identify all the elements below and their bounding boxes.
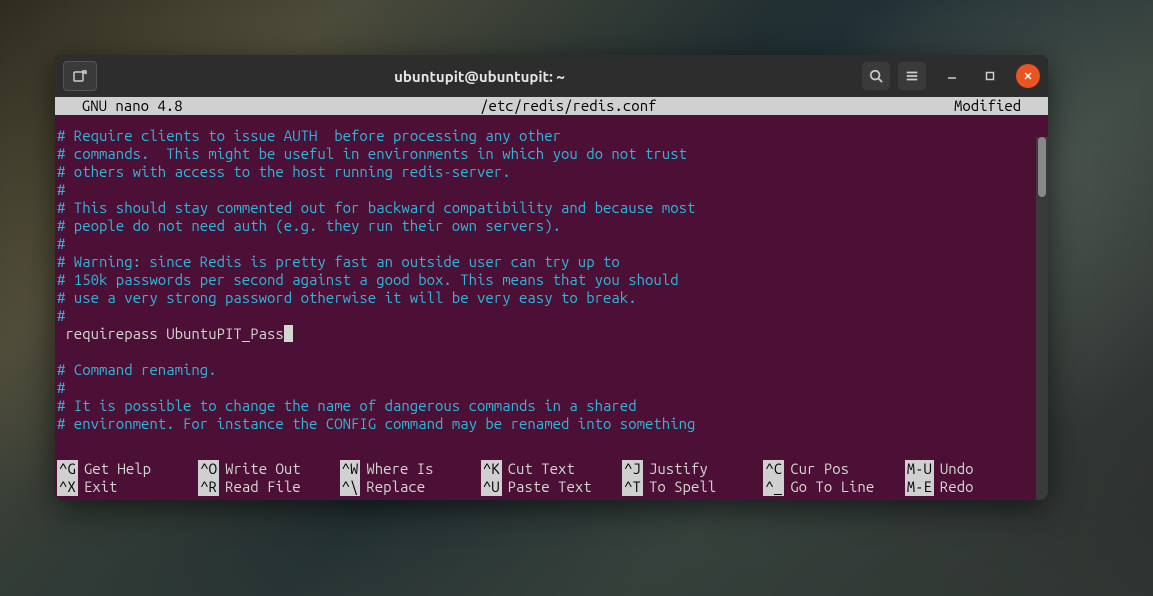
- search-button[interactable]: [862, 62, 890, 90]
- shortcut-key: ^C: [763, 460, 784, 478]
- shortcut-label: Redo: [940, 478, 974, 496]
- nano-shortcut-bar: ^G Get Help ^O Write Out ^W Where Is ^K Cut Tex…: [55, 458, 1048, 500]
- shortcut-label: Undo: [940, 460, 974, 478]
- shortcut-label: To Spell: [649, 478, 716, 496]
- shortcut-row-1: ^G Get Help ^O Write Out ^W Where Is ^K Cut Tex…: [57, 460, 1046, 478]
- scrollbar-thumb[interactable]: [1038, 137, 1046, 197]
- shortcut-key: M-E: [905, 478, 934, 496]
- search-icon: [869, 69, 883, 83]
- editor-line: # commands. This might be useful in envi…: [57, 145, 1046, 163]
- window-titlebar: ubuntupit@ubuntupit: ~: [55, 55, 1048, 97]
- shortcut-row-2: ^X Exit ^R Read File ^\ Replace ^U Paste Text ^T…: [57, 478, 1046, 496]
- hamburger-icon: [905, 69, 919, 83]
- editor-line: # others with access to the host running…: [57, 163, 1046, 181]
- scrollbar[interactable]: [1036, 137, 1048, 500]
- editor-line: # Require clients to issue AUTH before p…: [57, 127, 1046, 145]
- minimize-button[interactable]: [940, 64, 964, 88]
- shortcut-label: Exit: [84, 478, 118, 496]
- nano-filename: /etc/redis/redis.conf: [183, 97, 954, 115]
- shortcut-key: ^J: [622, 460, 643, 478]
- minimize-icon: [947, 71, 957, 81]
- terminal-body[interactable]: GNU nano 4.8 /etc/redis/redis.conf Modif…: [55, 97, 1048, 500]
- shortcut-key: ^O: [198, 460, 219, 478]
- editor-line: # environment. For instance the CONFIG c…: [57, 415, 1046, 433]
- editor-line: #: [57, 307, 1046, 325]
- window-title: ubuntupit@ubuntupit: ~: [97, 68, 862, 85]
- shortcut-label: Justify: [649, 460, 708, 478]
- shortcut-item: ^O Write Out: [198, 460, 339, 478]
- shortcut-key: ^W: [340, 460, 361, 478]
- editor-line: requirepass UbuntuPIT_Pass: [57, 325, 1046, 343]
- editor-line: # use a very strong password otherwise i…: [57, 289, 1046, 307]
- shortcut-item: ^\ Replace: [340, 478, 481, 496]
- shortcut-item: ^C Cur Pos: [763, 460, 904, 478]
- nano-header: GNU nano 4.8 /etc/redis/redis.conf Modif…: [55, 97, 1048, 115]
- maximize-button[interactable]: [978, 64, 1002, 88]
- menu-button[interactable]: [898, 62, 926, 90]
- editor-line: # 150k passwords per second against a go…: [57, 271, 1046, 289]
- shortcut-key: M-U: [905, 460, 934, 478]
- shortcut-item: ^X Exit: [57, 478, 198, 496]
- editor-line: #: [57, 235, 1046, 253]
- editor-line: # It is possible to change the name of d…: [57, 397, 1046, 415]
- editor-line: # Command renaming.: [57, 361, 1046, 379]
- shortcut-label: Replace: [366, 478, 425, 496]
- close-icon: [1023, 71, 1033, 81]
- shortcut-label: Write Out: [225, 460, 301, 478]
- shortcut-key: ^U: [481, 478, 502, 496]
- new-tab-icon: [72, 68, 88, 84]
- shortcut-label: Go To Line: [790, 478, 874, 496]
- editor-content[interactable]: # Require clients to issue AUTH before p…: [55, 115, 1048, 458]
- editor-line: #: [57, 379, 1046, 397]
- shortcut-item: ^G Get Help: [57, 460, 198, 478]
- shortcut-key: ^_: [763, 478, 784, 496]
- shortcut-label: Paste Text: [508, 478, 592, 496]
- shortcut-key: ^X: [57, 478, 78, 496]
- shortcut-item: ^J Justify: [622, 460, 763, 478]
- editor-line: [57, 343, 1046, 361]
- shortcut-key: ^T: [622, 478, 643, 496]
- terminal-window: ubuntupit@ubuntupit: ~: [55, 55, 1048, 500]
- shortcut-key: ^R: [198, 478, 219, 496]
- shortcut-item: ^K Cut Text: [481, 460, 622, 478]
- text-cursor: [284, 325, 293, 342]
- nano-app-version: GNU nano 4.8: [65, 97, 183, 115]
- shortcut-label: Read File: [225, 478, 301, 496]
- shortcut-item: M-U Undo: [905, 460, 1046, 478]
- editor-line: # Warning: since Redis is pretty fast an…: [57, 253, 1046, 271]
- shortcut-item: ^T To Spell: [622, 478, 763, 496]
- shortcut-item: ^_ Go To Line: [763, 478, 904, 496]
- shortcut-key: ^K: [481, 460, 502, 478]
- nano-status: Modified: [954, 97, 1038, 115]
- shortcut-item: M-E Redo: [905, 478, 1046, 496]
- shortcut-item: ^U Paste Text: [481, 478, 622, 496]
- shortcut-key: ^\: [340, 478, 361, 496]
- shortcut-label: Cut Text: [508, 460, 575, 478]
- editor-line: #: [57, 181, 1046, 199]
- shortcut-item: ^R Read File: [198, 478, 339, 496]
- new-tab-button[interactable]: [63, 61, 97, 91]
- shortcut-key: ^G: [57, 460, 78, 478]
- close-button[interactable]: [1016, 64, 1040, 88]
- shortcut-label: Where Is: [366, 460, 433, 478]
- editor-line: # This should stay commented out for bac…: [57, 199, 1046, 217]
- shortcut-label: Get Help: [84, 460, 151, 478]
- shortcut-item: ^W Where Is: [340, 460, 481, 478]
- maximize-icon: [985, 71, 995, 81]
- editor-line: # people do not need auth (e.g. they run…: [57, 217, 1046, 235]
- shortcut-label: Cur Pos: [790, 460, 849, 478]
